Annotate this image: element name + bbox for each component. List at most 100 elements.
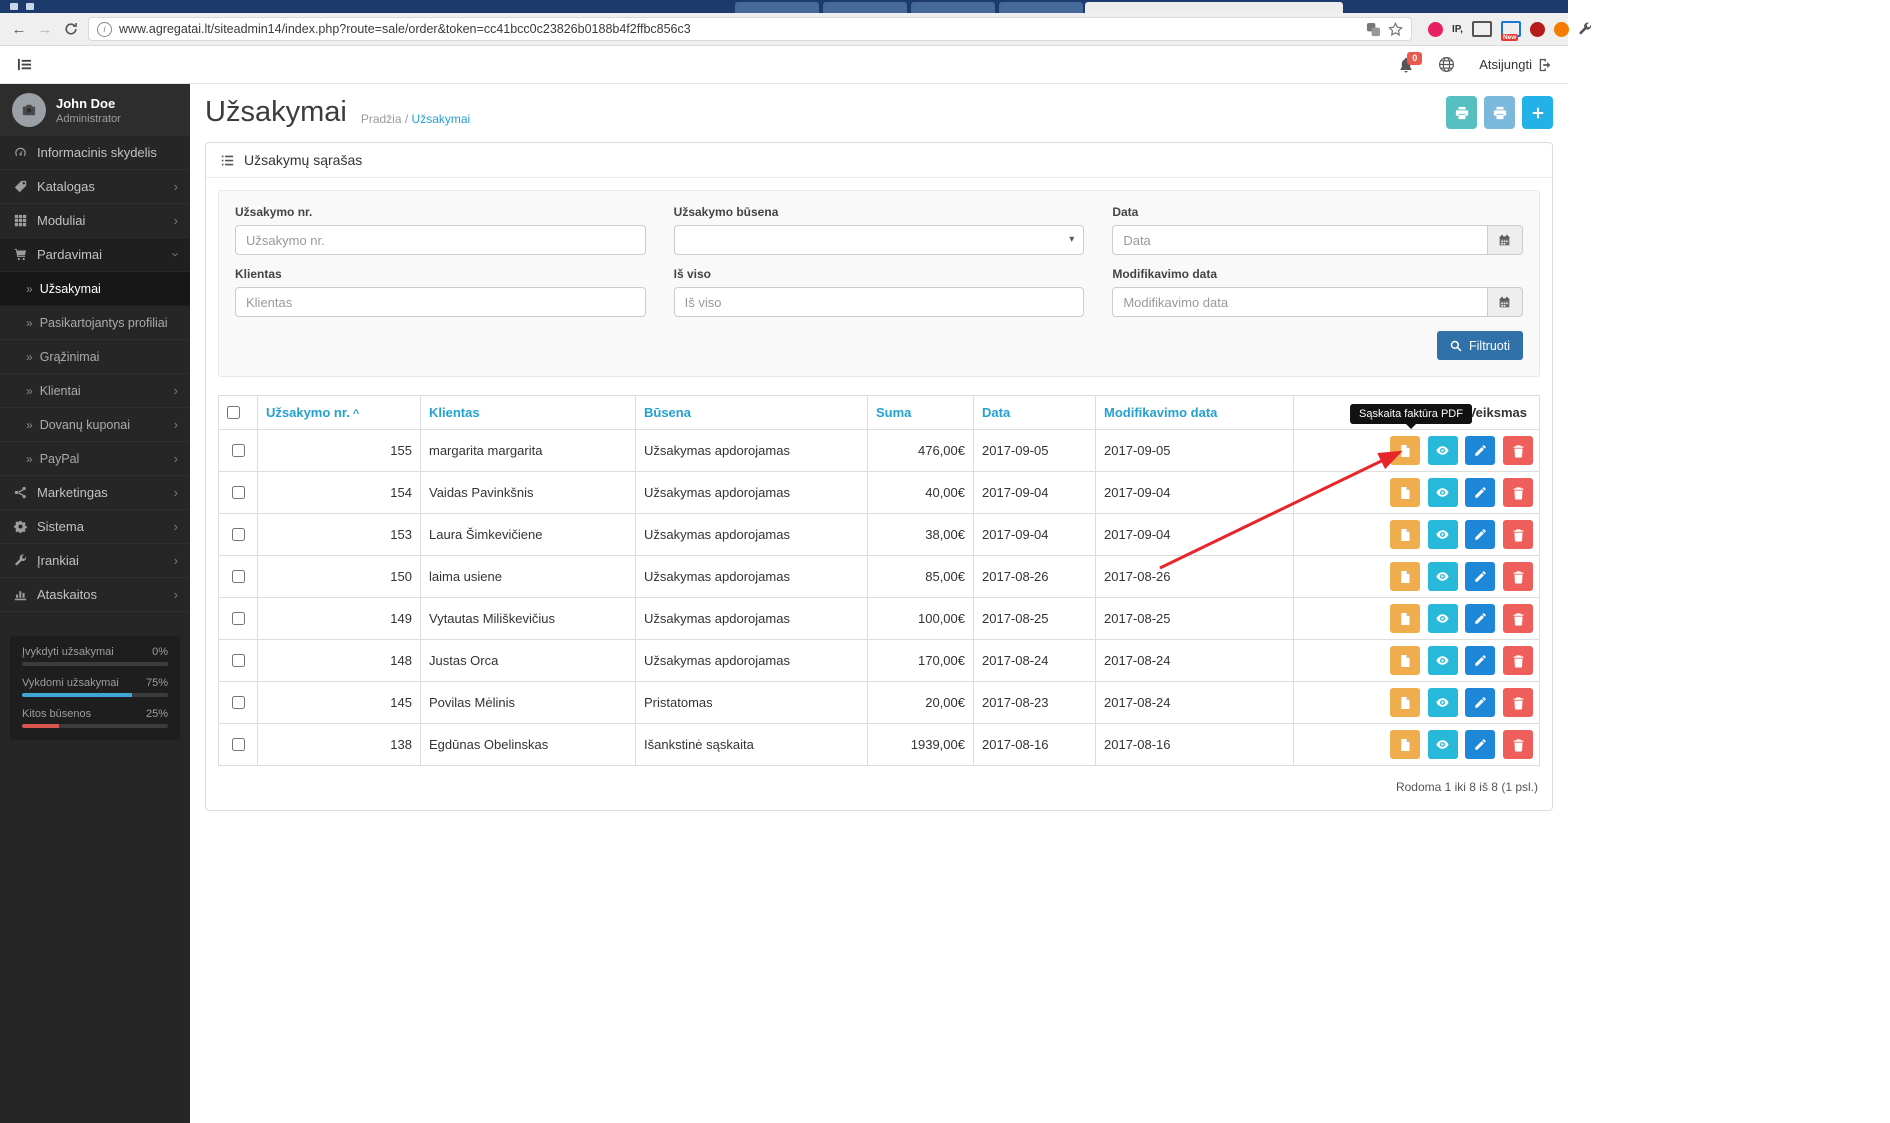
sidebar-item-reports[interactable]: Ataskaitos › [0,578,190,612]
calendar-icon[interactable] [1487,287,1523,317]
row-checkbox[interactable] [232,738,245,751]
page-info-icon[interactable]: i [97,21,112,37]
delete-order-button[interactable] [1503,730,1533,759]
screencast-extension-icon[interactable] [1471,21,1492,37]
sidebar-item-returns[interactable]: » Grąžinimai [0,340,190,374]
language-globe-icon[interactable] [1438,56,1455,73]
browser-menu-icon[interactable] [1578,22,1592,36]
browser-tab-active[interactable] [1085,2,1343,13]
sidebar-item-dashboard[interactable]: Informacinis skydelis [0,136,190,170]
bookmark-star-icon[interactable] [1388,21,1403,37]
print-invoice-button[interactable] [1446,96,1477,129]
sort-total-link[interactable]: Suma [876,405,911,420]
delete-order-button[interactable] [1503,562,1533,591]
delete-order-button[interactable] [1503,604,1533,633]
row-checkbox[interactable] [232,444,245,457]
filter-total-input[interactable] [673,287,1085,317]
add-order-button[interactable] [1522,96,1553,129]
view-order-button[interactable] [1427,562,1458,591]
view-order-button[interactable] [1427,604,1458,633]
sidebar-item-customers[interactable]: » Klientai › [0,374,190,408]
filter-order-input[interactable] [235,225,646,255]
translate-icon[interactable] [1366,22,1381,37]
delete-order-button[interactable] [1503,688,1533,717]
delete-order-button[interactable] [1503,646,1533,675]
row-checkbox[interactable] [232,528,245,541]
sort-customer-link[interactable]: Klientas [429,405,480,420]
back-icon[interactable]: ← [10,20,28,38]
breadcrumb-current[interactable]: Užsakymai [412,112,471,126]
sidebar-item-tools[interactable]: Įrankiai › [0,544,190,578]
screenshot-extension-icon[interactable]: New [1500,21,1521,41]
notifications-bell-icon[interactable]: 0 [1398,51,1423,73]
sort-status-link[interactable]: Būsena [644,405,691,420]
filter-button[interactable]: Filtruoti [1437,331,1523,360]
edit-order-button[interactable] [1465,562,1496,591]
sidebar-item-recurring-profiles[interactable]: » Pasikartojantys profiliai [0,306,190,340]
invoice-pdf-button[interactable] [1390,562,1421,591]
browser-tab[interactable] [823,2,907,13]
sort-order-nr-link[interactable]: Užsakymo nr. ^ [266,405,359,420]
ip-extension-icon[interactable]: IP, [1452,24,1463,35]
filter-modified-input[interactable] [1112,287,1488,317]
edit-order-button[interactable] [1465,730,1496,759]
sidebar-item-gift-vouchers[interactable]: » Dovanų kuponai › [0,408,190,442]
row-checkbox[interactable] [232,612,245,625]
sidebar-item-sales[interactable]: Pardavimai › [0,238,190,272]
sidebar-item-catalog[interactable]: Katalogas › [0,170,190,204]
adblock-extension-icon[interactable] [1529,21,1545,37]
select-all-checkbox[interactable] [227,406,240,419]
url-field[interactable]: i www.agregatai.lt/siteadmin14/index.php… [88,17,1412,41]
invoice-pdf-button[interactable] [1390,604,1421,633]
invoice-pdf-button[interactable] [1390,730,1421,759]
browser-tab[interactable] [999,2,1083,13]
edit-order-button[interactable] [1465,436,1496,465]
view-order-button[interactable] [1427,688,1458,717]
filter-date-input[interactable] [1112,225,1488,255]
view-order-button[interactable] [1427,520,1458,549]
filter-status-select[interactable] [673,225,1085,255]
sidebar-item-modules[interactable]: Moduliai › [0,204,190,238]
view-order-button[interactable] [1427,478,1458,507]
edit-order-button[interactable] [1465,646,1496,675]
row-checkbox[interactable] [232,570,245,583]
view-order-button[interactable] [1427,646,1458,675]
sort-modified-link[interactable]: Modifikavimo data [1104,405,1217,420]
profile-avatar-icon[interactable] [1553,21,1569,37]
calendar-icon[interactable] [1487,225,1523,255]
sidebar-item-marketing[interactable]: Marketingas › [0,476,190,510]
invoice-pdf-button[interactable] [1390,436,1421,465]
filter-customer-input[interactable] [235,287,646,317]
browser-tab[interactable] [911,2,995,13]
print-shipping-list-button[interactable] [1484,96,1515,129]
delete-order-button[interactable] [1503,436,1533,465]
row-checkbox[interactable] [232,696,245,709]
logout-link[interactable]: Atsijungti [1479,57,1552,72]
sidebar-item-orders[interactable]: » Užsakymai [0,272,190,306]
sidebar-item-paypal[interactable]: » PayPal › [0,442,190,476]
window-icon[interactable] [10,3,18,10]
row-checkbox[interactable] [232,486,245,499]
edit-order-button[interactable] [1465,604,1496,633]
sort-date-link[interactable]: Data [982,405,1010,420]
edit-order-button[interactable] [1465,688,1496,717]
sidebar-item-system[interactable]: Sistema › [0,510,190,544]
row-checkbox[interactable] [232,654,245,667]
delete-order-button[interactable] [1503,520,1533,549]
eyedropper-extension-icon[interactable] [1428,21,1443,37]
invoice-pdf-button[interactable] [1390,688,1421,717]
forward-icon[interactable]: → [36,20,54,38]
invoice-pdf-button[interactable] [1390,520,1421,549]
breadcrumb-home[interactable]: Pradžia [361,112,402,126]
edit-order-button[interactable] [1465,478,1496,507]
delete-order-button[interactable] [1503,478,1533,507]
view-order-button[interactable] [1427,730,1458,759]
invoice-pdf-button[interactable] [1390,478,1421,507]
user-profile[interactable]: John Doe Administrator [0,84,190,136]
refresh-icon[interactable] [62,20,80,38]
browser-tab[interactable] [735,2,819,13]
edit-order-button[interactable] [1465,520,1496,549]
window-icon[interactable] [26,3,34,10]
view-order-button[interactable] [1427,436,1458,465]
invoice-pdf-button[interactable] [1390,646,1421,675]
